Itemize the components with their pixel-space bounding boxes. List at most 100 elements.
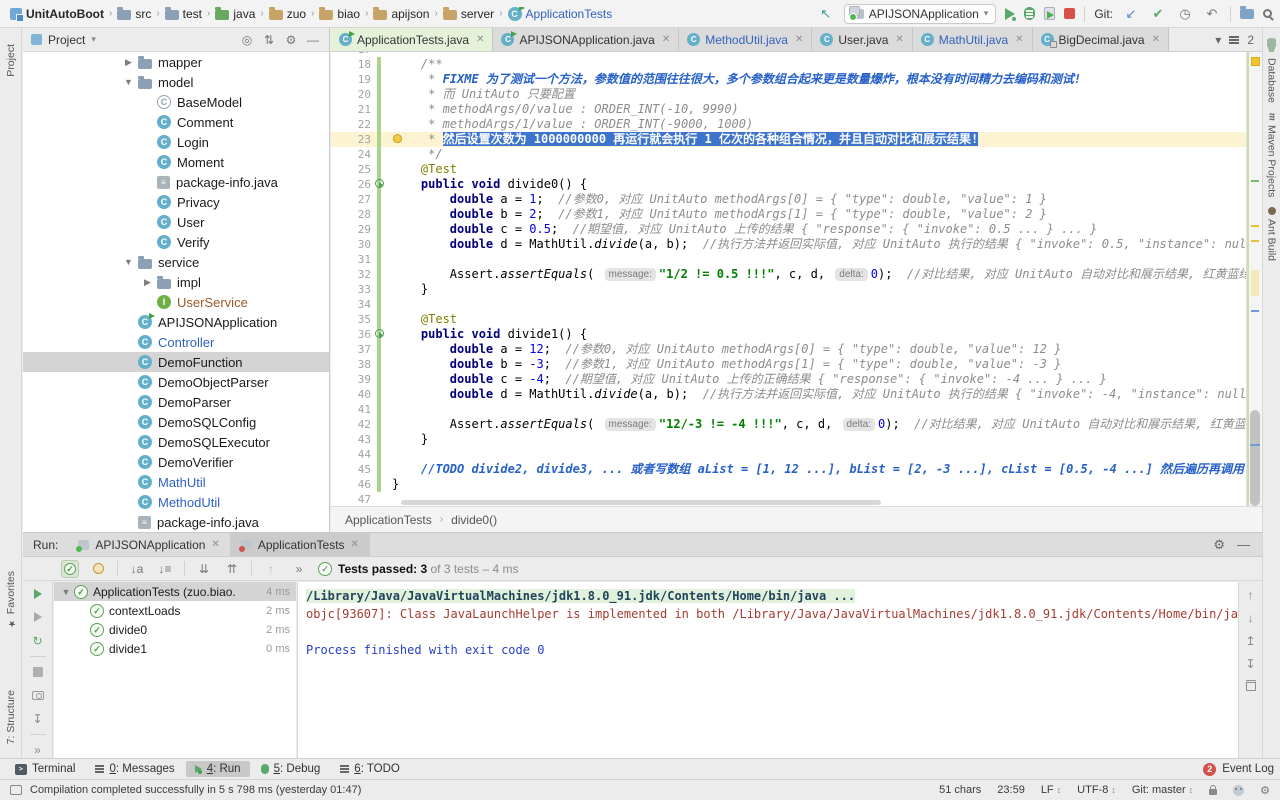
prev-failed-test-icon[interactable]: ↑ [1248, 588, 1254, 602]
debug-button[interactable] [1024, 7, 1036, 20]
editor-tab[interactable]: C BigDecimal.java ✕ [1032, 28, 1169, 51]
stop-button[interactable] [1064, 8, 1076, 19]
toolwindow-button-terminal[interactable]: > Terminal [6, 761, 84, 777]
project-tree-item[interactable]: C Privacy [23, 192, 329, 212]
toolwindow-button-0-messages[interactable]: 0: Messages [86, 761, 183, 777]
tree-arrow-icon[interactable]: ▶ [138, 277, 157, 288]
project-tree-item[interactable]: C DemoSQLExecutor [23, 432, 329, 452]
project-tree-item[interactable]: I UserService [23, 292, 329, 312]
close-tab-icon[interactable]: ✕ [895, 34, 903, 45]
breadcrumb-item[interactable]: UnitAutoBoot [8, 7, 106, 21]
breadcrumb-item[interactable]: C ApplicationTests [506, 6, 615, 21]
project-tree-item[interactable]: C Moment [23, 152, 329, 172]
rerun-failed-icon[interactable] [29, 609, 47, 625]
test-tree-item[interactable]: ✓ divide1 0 ms [54, 639, 296, 658]
git-history-icon[interactable]: ◷ [1176, 5, 1194, 23]
status-widget-utf-8[interactable]: UTF-8 ↕ [1077, 784, 1116, 796]
toolwindow-button-6-todo[interactable]: 6: TODO [331, 761, 409, 777]
test-tree-item[interactable]: ✓ contextLoads 2 ms [54, 601, 296, 620]
project-tree-item[interactable]: C DemoVerifier [23, 452, 329, 472]
run-panel-settings-icon[interactable]: ⚙ [1213, 537, 1225, 553]
close-tab-icon[interactable]: ✕ [1015, 34, 1023, 45]
project-tree-item[interactable]: C MethodUtil [23, 492, 329, 512]
project-tree-item[interactable]: C DemoParser [23, 392, 329, 412]
toggle-toolwindows-icon[interactable] [10, 785, 22, 795]
toolwindow-button-4-run[interactable]: 4: Run [185, 761, 250, 777]
project-tree-item[interactable]: C User [23, 212, 329, 232]
run-configuration-selector[interactable]: APIJSONApplication ▾ [843, 3, 997, 24]
import-tests-icon[interactable]: ↧ [29, 710, 47, 726]
project-tree-item[interactable]: ▼ model [23, 72, 329, 92]
project-tree-item[interactable]: ≡ package-info.java [23, 512, 329, 532]
breadcrumb-item[interactable]: zuo [267, 7, 308, 21]
run-test-gutter-icon[interactable] [375, 329, 384, 338]
sort-by-duration-icon[interactable]: ↓≡ [156, 560, 174, 578]
close-tab-icon[interactable]: ✕ [476, 34, 484, 45]
toolwindow-button-5-debug[interactable]: 5: Debug [252, 761, 330, 777]
project-structure-icon[interactable] [1240, 5, 1254, 19]
git-rollback-icon[interactable]: ↶ [1203, 5, 1221, 23]
tree-arrow-icon[interactable]: ▶ [119, 57, 138, 68]
sort-alphabetically-icon[interactable]: ↓a [128, 560, 146, 578]
show-passed-icon[interactable]: ✓ [61, 559, 79, 578]
run-button[interactable] [1005, 7, 1018, 22]
project-tree-item[interactable]: C Login [23, 132, 329, 152]
git-update-icon[interactable]: ↙ [1122, 5, 1140, 23]
breadcrumb-item[interactable]: src [115, 7, 153, 21]
next-failed-test-icon[interactable]: ↓ [1248, 611, 1254, 625]
tool-stripe-structure[interactable]: 7: Structure [5, 690, 17, 744]
run-tab[interactable]: ApplicationTests ✕ [230, 533, 370, 556]
chevron-down-icon[interactable]: ▾ [91, 34, 96, 45]
status-widget-51-chars[interactable]: 51 chars [939, 784, 981, 796]
project-tree-item[interactable]: ▶ impl [23, 272, 329, 292]
tool-stripe-favorites[interactable]: ★ Favorites [5, 571, 17, 628]
expand-all-icon[interactable]: ⇊ [195, 560, 213, 578]
horizontal-scrollbar[interactable] [401, 500, 881, 505]
close-tab-icon[interactable]: ✕ [662, 34, 670, 45]
collapse-all-icon[interactable]: ⇈ [223, 560, 241, 578]
git-commit-icon[interactable]: ✔ [1149, 5, 1167, 23]
breadcrumb-item[interactable]: server [441, 7, 496, 21]
run-console[interactable]: /Library/Java/JavaVirtualMachines/jdk1.8… [297, 582, 1238, 758]
tool-stripe-database[interactable]: Database [1266, 38, 1278, 103]
project-tree-item[interactable]: ▼ service [23, 252, 329, 272]
status-widget-23-59[interactable]: 23:59 [997, 784, 1025, 796]
screenshot-icon[interactable] [29, 687, 47, 703]
breadcrumb-class[interactable]: ApplicationTests [345, 513, 432, 527]
tab-list-icon[interactable] [1229, 38, 1240, 41]
editor-tab[interactable]: C MethodUtil.java ✕ [679, 28, 813, 51]
tool-stripe-ant[interactable]: Ant Build [1266, 207, 1278, 261]
collapse-all-icon[interactable]: ⇅ [261, 33, 277, 47]
hide-panel-icon[interactable]: — [305, 33, 321, 47]
project-tree-item[interactable]: C Comment [23, 112, 329, 132]
clear-console-icon[interactable] [1245, 680, 1256, 691]
intention-bulb-icon[interactable] [393, 134, 402, 143]
search-everywhere-icon[interactable] [1263, 9, 1272, 18]
toggle-auto-test-icon[interactable]: ↻ [29, 633, 47, 649]
run-panel-minimize-icon[interactable]: — [1237, 537, 1250, 552]
breadcrumb-item[interactable]: apijson [371, 7, 431, 21]
status-widget-git-master[interactable]: Git: master ↕ [1132, 784, 1193, 796]
run-tab[interactable]: APIJSONApplication ✕ [68, 533, 231, 556]
lock-icon[interactable] [1209, 784, 1218, 795]
settings-help-icon[interactable]: ⚙ [1260, 784, 1270, 797]
project-tree-item[interactable]: C DemoFunction [23, 352, 329, 372]
tool-stripe-maven[interactable]: m Maven Projects [1266, 113, 1278, 197]
more-options-icon[interactable]: » [290, 560, 308, 578]
rerun-icon[interactable] [29, 586, 47, 602]
code-editor[interactable]: 1718 /**19 * FIXME 为了测试一个方法，参数值的范围往往很大，多… [331, 52, 1246, 506]
project-tree-item[interactable]: ▶ mapper [23, 52, 329, 72]
project-tree-item[interactable]: C Verify [23, 232, 329, 252]
breadcrumb-item[interactable]: test [163, 7, 204, 21]
tool-stripe-project[interactable]: Project [5, 44, 17, 77]
editor-tab[interactable]: C MathUtil.java ✕ [912, 28, 1033, 51]
test-tree-item[interactable]: ▼ ✓ ApplicationTests (zuo.biao. 4 ms [54, 582, 296, 601]
editor-tab[interactable]: C APIJSONApplication.java ✕ [493, 28, 680, 51]
project-tree-item[interactable]: C MathUtil [23, 472, 329, 492]
locate-file-icon[interactable]: ◎ [239, 33, 255, 47]
stop-process-icon[interactable] [29, 664, 47, 680]
tab-list-chevron-icon[interactable]: ▾ [1215, 33, 1221, 47]
run-test-gutter-icon[interactable] [375, 179, 384, 188]
scroll-to-top-icon[interactable]: ↥ [1245, 634, 1255, 648]
run-with-coverage-button[interactable] [1044, 7, 1056, 20]
